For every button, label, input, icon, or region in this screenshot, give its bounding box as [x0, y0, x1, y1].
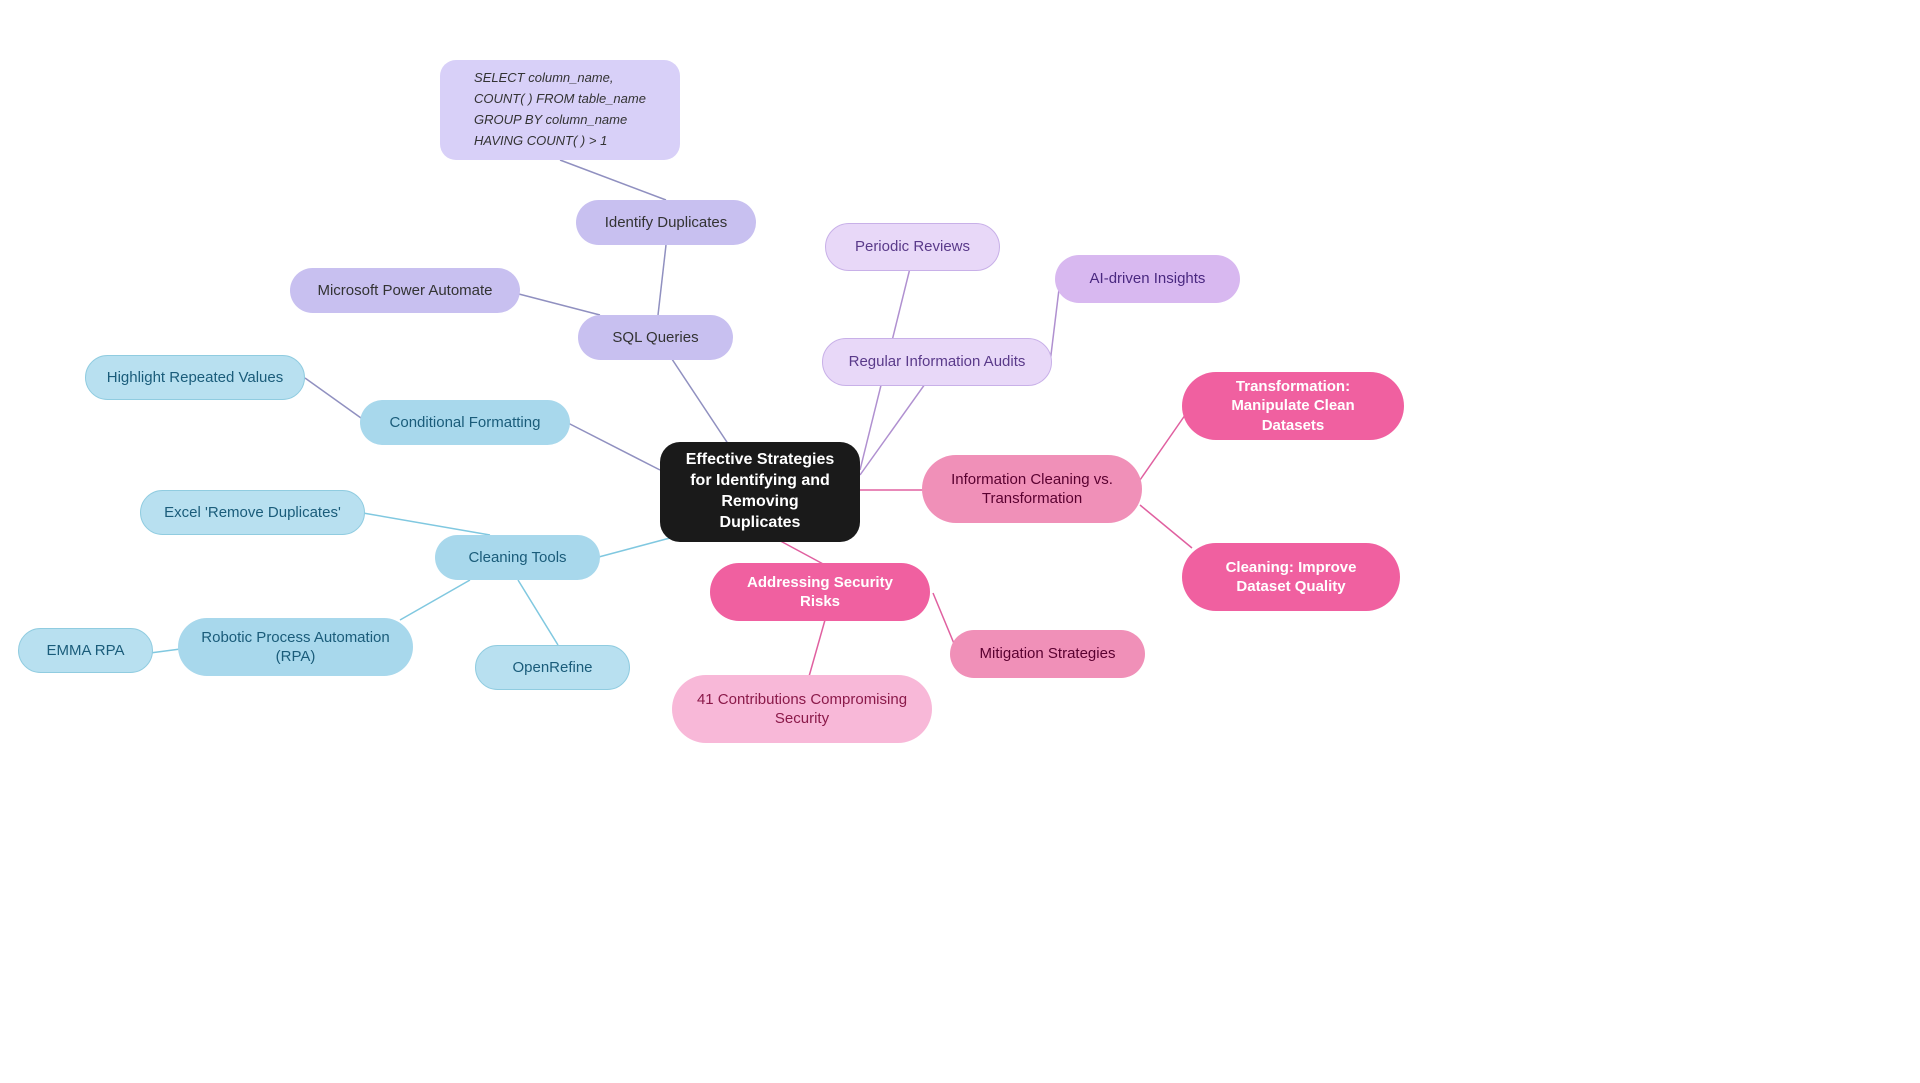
sql-queries-node[interactable]: SQL Queries — [578, 315, 733, 360]
emma-rpa-node[interactable]: EMMA RPA — [18, 628, 153, 673]
rpa-node[interactable]: Robotic Process Automation (RPA) — [178, 618, 413, 676]
addressing-security-node[interactable]: Addressing Security Risks — [710, 563, 930, 621]
mind-map-connections — [0, 0, 1920, 1083]
excel-remove-node[interactable]: Excel 'Remove Duplicates' — [140, 490, 365, 535]
cleaning-tools-node[interactable]: Cleaning Tools — [435, 535, 600, 580]
periodic-reviews-node[interactable]: Periodic Reviews — [825, 223, 1000, 271]
conditional-formatting-node[interactable]: Conditional Formatting — [360, 400, 570, 445]
contributions-compromising-node[interactable]: 41 Contributions Compromising Security — [672, 675, 932, 743]
cleaning-improve-node[interactable]: Cleaning: Improve Dataset Quality — [1182, 543, 1400, 611]
ms-power-automate-node[interactable]: Microsoft Power Automate — [290, 268, 520, 313]
transformation-manipulate-node[interactable]: Transformation: Manipulate Clean Dataset… — [1182, 372, 1404, 440]
center-node[interactable]: Effective Strategies for Identifying and… — [660, 442, 860, 542]
mitigation-strategies-node[interactable]: Mitigation Strategies — [950, 630, 1145, 678]
identify-duplicates-node[interactable]: Identify Duplicates — [576, 200, 756, 245]
ai-driven-node[interactable]: AI-driven Insights — [1055, 255, 1240, 303]
openrefine-node[interactable]: OpenRefine — [475, 645, 630, 690]
highlight-repeated-node[interactable]: Highlight Repeated Values — [85, 355, 305, 400]
regular-info-audits-node[interactable]: Regular Information Audits — [822, 338, 1052, 386]
info-cleaning-transformation-node[interactable]: Information Cleaning vs. Transformation — [922, 455, 1142, 523]
sql-code-node[interactable]: SELECT column_name, COUNT( ) FROM table_… — [440, 60, 680, 160]
